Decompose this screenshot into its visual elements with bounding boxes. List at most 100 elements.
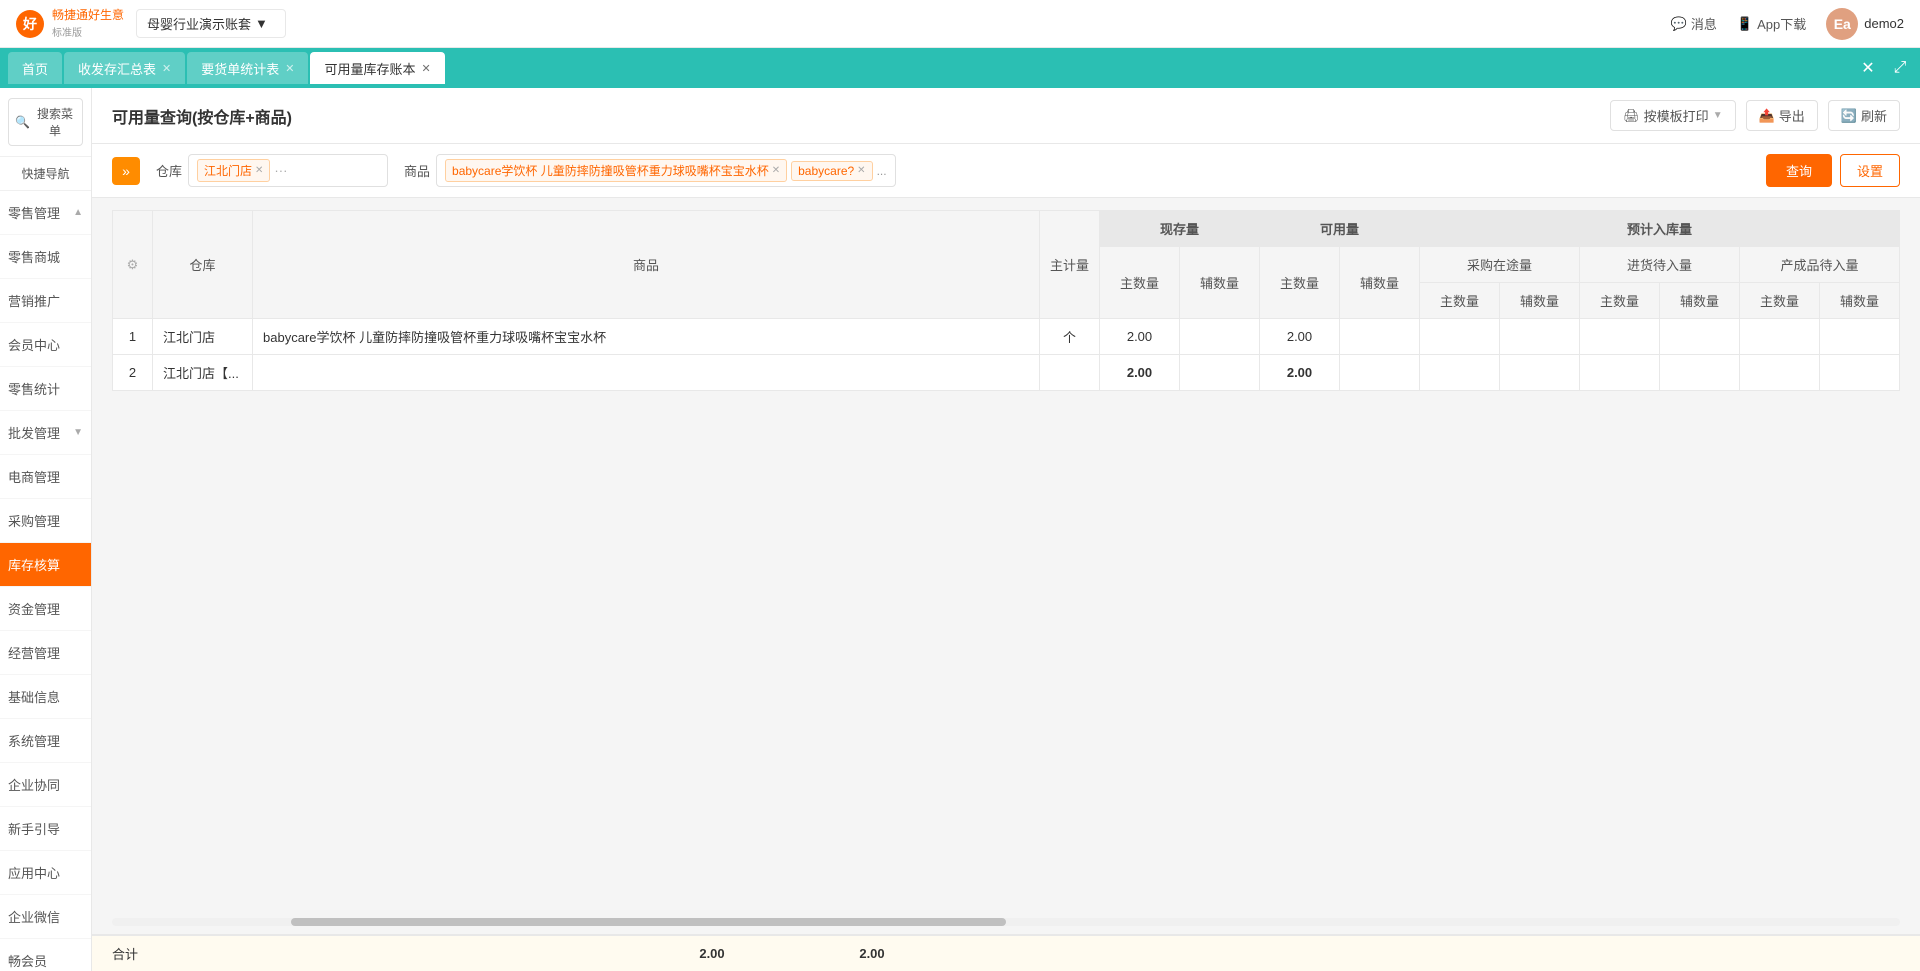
row-0-stock-main: 2.00 bbox=[1100, 319, 1180, 355]
warehouse-filter-group: 仓库 江北门店 ✕ ··· bbox=[156, 154, 388, 187]
tab-receive-label: 收发存汇总表 bbox=[78, 59, 156, 78]
col-warehouse-header: 仓库 bbox=[153, 211, 253, 319]
sidebar-item-system[interactable]: 系统管理 bbox=[0, 719, 91, 763]
row-0-unit: 个 bbox=[1039, 319, 1099, 355]
row-0-avail-main: 2.00 bbox=[1260, 319, 1340, 355]
settings-icon[interactable]: ⚙ bbox=[127, 257, 139, 272]
warehouse-filter-label: 仓库 bbox=[156, 161, 182, 180]
sidebar-item-ecommerce[interactable]: 电商管理 bbox=[0, 455, 91, 499]
sidebar-item-corp[interactable]: 企业协同 bbox=[0, 763, 91, 807]
warehouse-input[interactable]: 江北门店 ✕ ··· bbox=[188, 154, 388, 187]
export-button[interactable]: 📤 导出 bbox=[1746, 100, 1818, 131]
sidebar-item-quicknav[interactable]: 快捷导航 bbox=[0, 157, 91, 191]
sidebar-item-retail[interactable]: 零售管理 ▲ bbox=[0, 191, 91, 235]
sidebar-item-purchase[interactable]: 采购管理 bbox=[0, 499, 91, 543]
col-available-header: 可用量 bbox=[1260, 211, 1420, 247]
product-tag-close-1[interactable]: ✕ bbox=[857, 165, 865, 176]
product-tag-close-0[interactable]: ✕ bbox=[772, 165, 780, 176]
user-area[interactable]: Ea demo2 bbox=[1826, 8, 1904, 40]
sidebar-item-basic[interactable]: 基础信息 bbox=[0, 675, 91, 719]
sidebar-item-retail-stat[interactable]: 零售统计 bbox=[0, 367, 91, 411]
col-avail-main-header: 主数量 bbox=[1260, 247, 1340, 319]
col-stock-header: 现存量 bbox=[1100, 211, 1260, 247]
industry-selector[interactable]: 母婴行业演示账套 ▼ bbox=[136, 9, 286, 38]
sidebar-item-marketing[interactable]: 营销推广 bbox=[0, 279, 91, 323]
row-0-purchase-main bbox=[1420, 319, 1500, 355]
row-1-unit bbox=[1039, 355, 1099, 391]
refresh-button[interactable]: 🔄 刷新 bbox=[1828, 100, 1900, 131]
table-row: 2 江北门店【... 2.00 2.00 bbox=[113, 355, 1900, 391]
query-button[interactable]: 查询 bbox=[1766, 154, 1832, 187]
warehouse-tag-0: 江北门店 ✕ bbox=[197, 159, 270, 182]
col-forecast-header: 预计入库量 bbox=[1420, 211, 1900, 247]
col-stock-sub-header: 辅数量 bbox=[1180, 247, 1260, 319]
sidebar-item-appstore-label: 应用中心 bbox=[8, 863, 60, 882]
row-0-product: babycare学饮杯 儿童防摔防撞吸管杯重力球吸嘴杯宝宝水杯 bbox=[253, 319, 1040, 355]
sidebar-search-area: 🔍 搜索菜单 bbox=[0, 88, 91, 157]
sidebar-item-retail-stat-label: 零售统计 bbox=[8, 379, 60, 398]
row-1-purchase-main bbox=[1420, 355, 1500, 391]
sidebar-item-wholesale-label: 批发管理 bbox=[8, 423, 60, 442]
product-input[interactable]: babycare学饮杯 儿童防摔防撞吸管杯重力球吸嘴杯宝宝水杯 ✕ babyca… bbox=[436, 154, 896, 187]
product-filter-group: 商品 babycare学饮杯 儿童防摔防撞吸管杯重力球吸嘴杯宝宝水杯 ✕ bab… bbox=[404, 154, 896, 187]
warehouse-tag-close[interactable]: ✕ bbox=[255, 165, 263, 176]
tab-close-all-button[interactable]: ✕ bbox=[1856, 56, 1880, 80]
search-menu-button[interactable]: 🔍 搜索菜单 bbox=[8, 98, 83, 146]
industry-label: 母婴行业演示账套 bbox=[147, 14, 251, 33]
sidebar-item-finance[interactable]: 资金管理 bbox=[0, 587, 91, 631]
top-bar-left: 好 畅捷通好生意 标准版 母婴行业演示账套 ▼ bbox=[16, 8, 286, 39]
app-icon: 📱 bbox=[1737, 16, 1753, 32]
tab-home-label: 首页 bbox=[22, 59, 48, 78]
sidebar-item-inventory-mgr[interactable]: 库存核算 bbox=[0, 543, 91, 587]
print-button[interactable]: 🖨 按模板打印 ▼ bbox=[1610, 100, 1735, 131]
row-0-incoming-main bbox=[1580, 319, 1660, 355]
setting-button[interactable]: 设置 bbox=[1840, 154, 1900, 187]
sidebar-item-vip[interactable]: 畅会员 bbox=[0, 939, 91, 971]
page-header: 可用量查询(按仓库+商品) 🖨 按模板打印 ▼ 📤 导出 🔄 刷新 bbox=[92, 88, 1920, 144]
logo-text: 畅捷通好生意 bbox=[52, 8, 124, 24]
col-production-header: 产成品待入量 bbox=[1740, 247, 1900, 283]
tab-inventory[interactable]: 可用量库存账本 ✕ bbox=[310, 52, 444, 84]
tab-expand-button[interactable]: ⤢ bbox=[1888, 56, 1912, 80]
table-scrollbar-thumb[interactable] bbox=[291, 918, 1006, 926]
export-icon: 📤 bbox=[1759, 108, 1775, 124]
tab-order-close[interactable]: ✕ bbox=[285, 62, 294, 75]
col-avail-sub-header: 辅数量 bbox=[1340, 247, 1420, 319]
sidebar-item-member[interactable]: 会员中心 bbox=[0, 323, 91, 367]
sidebar-item-member-label: 会员中心 bbox=[8, 335, 60, 354]
col-incoming-header: 进货待入量 bbox=[1580, 247, 1740, 283]
sidebar-item-marketing-label: 营销推广 bbox=[8, 291, 60, 310]
message-button[interactable]: 💬 消息 bbox=[1671, 14, 1717, 33]
top-bar: 好 畅捷通好生意 标准版 母婴行业演示账套 ▼ 💬 消息 📱 App下载 Ea … bbox=[0, 0, 1920, 48]
tab-bar: 首页 收发存汇总表 ✕ 要货单统计表 ✕ 可用量库存账本 ✕ ✕ ⤢ bbox=[0, 48, 1920, 88]
tab-receive[interactable]: 收发存汇总表 ✕ bbox=[64, 52, 185, 84]
tab-inventory-close[interactable]: ✕ bbox=[422, 62, 431, 75]
tab-home[interactable]: 首页 bbox=[8, 52, 62, 84]
tab-receive-close[interactable]: ✕ bbox=[162, 62, 171, 75]
chevron-down-icon: ▼ bbox=[255, 16, 268, 31]
row-1-incoming-sub bbox=[1660, 355, 1740, 391]
top-bar-right: 💬 消息 📱 App下载 Ea demo2 bbox=[1671, 8, 1904, 40]
sidebar-item-corpwx[interactable]: 企业微信 bbox=[0, 895, 91, 939]
product-tag-1: babycare? ✕ bbox=[791, 161, 872, 181]
logo-sub: 标准版 bbox=[52, 24, 124, 39]
row-0-production-sub bbox=[1820, 319, 1900, 355]
sidebar-item-appstore[interactable]: 应用中心 bbox=[0, 851, 91, 895]
sidebar-item-wholesale[interactable]: 批发管理 ▼ bbox=[0, 411, 91, 455]
filter-toggle-button[interactable]: » bbox=[112, 157, 140, 185]
col-product-header: 商品 bbox=[253, 211, 1040, 319]
filter-area: » 仓库 江北门店 ✕ ··· 商品 babycare学饮杯 儿童防摔防撞吸管杯… bbox=[92, 144, 1920, 198]
table-row: 1 江北门店 babycare学饮杯 儿童防摔防撞吸管杯重力球吸嘴杯宝宝水杯 个… bbox=[113, 319, 1900, 355]
table-scrollbar[interactable] bbox=[112, 918, 1900, 926]
row-1-avail-sub bbox=[1340, 355, 1420, 391]
product-filter-label: 商品 bbox=[404, 161, 430, 180]
product-tag-text-1: babycare? bbox=[798, 164, 854, 178]
row-0-production-main bbox=[1740, 319, 1820, 355]
app-download-button[interactable]: 📱 App下载 bbox=[1737, 14, 1806, 33]
sidebar-item-retail-store[interactable]: 零售商城 bbox=[0, 235, 91, 279]
row-1-stock-sub bbox=[1180, 355, 1260, 391]
tab-order[interactable]: 要货单统计表 ✕ bbox=[187, 52, 308, 84]
summary-stock-main: 2.00 bbox=[672, 946, 752, 961]
sidebar-item-newguide[interactable]: 新手引导 bbox=[0, 807, 91, 851]
sidebar-item-operations[interactable]: 经营管理 bbox=[0, 631, 91, 675]
